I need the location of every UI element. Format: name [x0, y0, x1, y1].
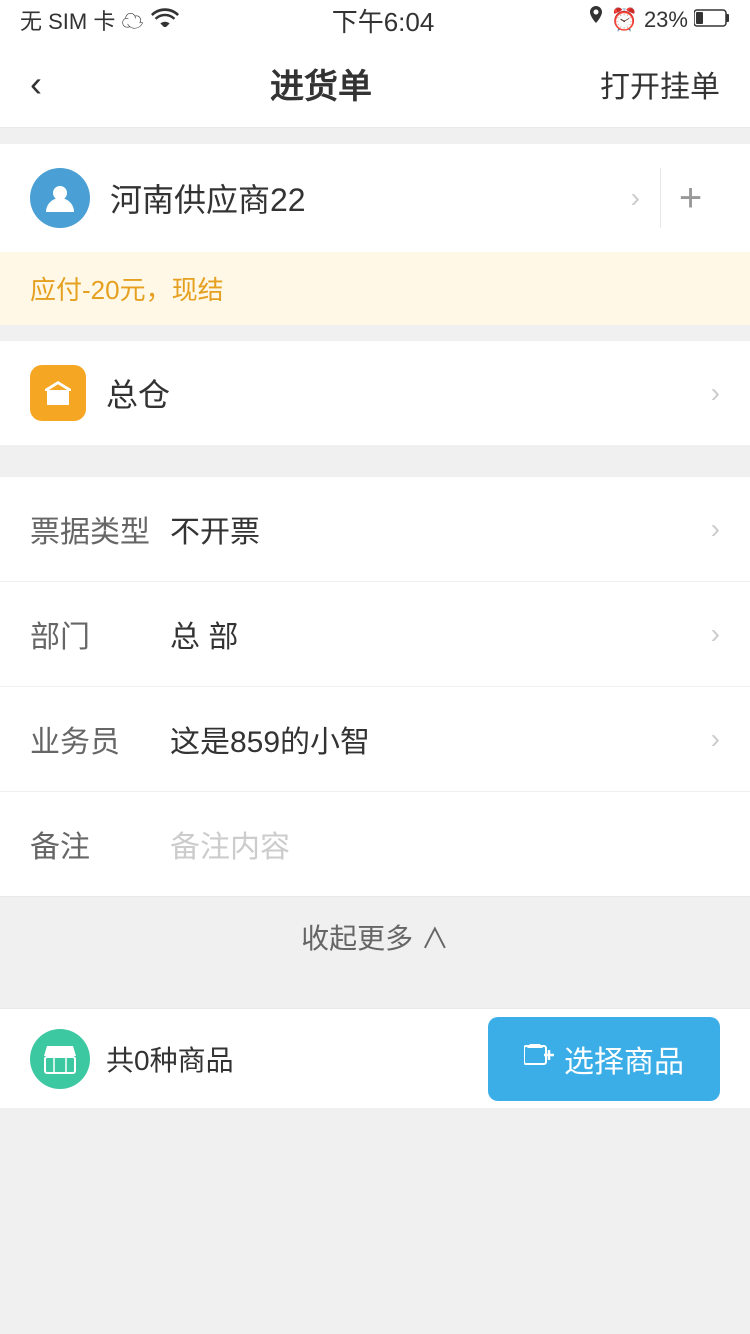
- supplier-section: 河南供应商22 › + 应付-20元，现结: [0, 144, 750, 325]
- status-time: 下午6:04: [332, 2, 435, 39]
- notice-bar: 应付-20元，现结: [0, 252, 750, 325]
- select-goods-label: 选择商品: [564, 1037, 684, 1081]
- select-goods-button[interactable]: 选择商品: [488, 1017, 720, 1101]
- department-row[interactable]: 部门 总 部 ›: [0, 582, 750, 687]
- goods-count-text: 共0种商品: [106, 1039, 234, 1079]
- salesperson-label: 业务员: [30, 717, 150, 761]
- warehouse-row[interactable]: 总仓 ›: [0, 341, 750, 445]
- nav-bar: ‹ 进货单 打开挂单: [0, 40, 750, 128]
- plus-icon: +: [679, 178, 702, 218]
- ticket-type-chevron-icon: ›: [711, 513, 720, 545]
- status-right: ⏰ 23%: [587, 6, 730, 34]
- remark-label: 备注: [30, 822, 150, 866]
- warehouse-section: 总仓 ›: [0, 341, 750, 445]
- ticket-type-label: 票据类型: [30, 507, 150, 551]
- battery-text: 23%: [644, 7, 688, 33]
- collapse-label: 收起更多 ∧: [301, 917, 449, 957]
- supplier-avatar: [30, 168, 90, 228]
- section-divider-1: [0, 325, 750, 341]
- goods-info: 共0种商品: [30, 1029, 234, 1089]
- department-label: 部门: [30, 612, 150, 656]
- remark-row[interactable]: 备注 备注内容: [0, 792, 750, 896]
- ticket-type-row[interactable]: 票据类型 不开票 ›: [0, 477, 750, 582]
- warehouse-icon: [30, 365, 86, 421]
- top-divider: [0, 128, 750, 144]
- ticket-type-value: 不开票: [150, 507, 711, 551]
- salesperson-value: 这是859的小智: [150, 717, 711, 761]
- notice-text: 应付-20元，现结: [30, 275, 224, 305]
- alarm-icon: ⏰: [611, 7, 638, 33]
- status-bar: 无 SIM 卡 ☁ 下午6:04 ⏰ 23%: [0, 0, 750, 40]
- supplier-row[interactable]: 河南供应商22 › +: [0, 144, 750, 252]
- signal-text: 无 SIM 卡 ☁: [20, 4, 143, 36]
- open-pending-button[interactable]: 打开挂单: [600, 62, 720, 106]
- select-goods-icon: [524, 1042, 554, 1076]
- form-section: 票据类型 不开票 › 部门 总 部 › 业务员 这是859的小智 › 备注 备注…: [0, 477, 750, 896]
- battery-icon: [694, 7, 730, 33]
- status-left: 无 SIM 卡 ☁: [20, 4, 179, 36]
- department-value: 总 部: [150, 612, 711, 656]
- bottom-bar: 共0种商品 选择商品: [0, 1008, 750, 1108]
- warehouse-name: 总仓: [106, 370, 711, 416]
- section-divider-2: [0, 445, 750, 461]
- back-button[interactable]: ‹: [30, 63, 42, 105]
- location-icon: [587, 6, 605, 34]
- salesperson-chevron-icon: ›: [711, 723, 720, 755]
- supplier-name: 河南供应商22: [110, 175, 631, 221]
- goods-icon: [30, 1029, 90, 1089]
- warehouse-chevron-icon: ›: [711, 377, 720, 409]
- salesperson-row[interactable]: 业务员 这是859的小智 ›: [0, 687, 750, 792]
- page-title: 进货单: [270, 59, 372, 108]
- section-divider-3: [0, 976, 750, 992]
- wifi-icon: [151, 7, 179, 33]
- add-supplier-button[interactable]: +: [660, 168, 720, 228]
- supplier-chevron-icon: ›: [631, 182, 640, 214]
- department-chevron-icon: ›: [711, 618, 720, 650]
- collapse-button[interactable]: 收起更多 ∧: [0, 896, 750, 976]
- remark-input[interactable]: 备注内容: [150, 822, 720, 866]
